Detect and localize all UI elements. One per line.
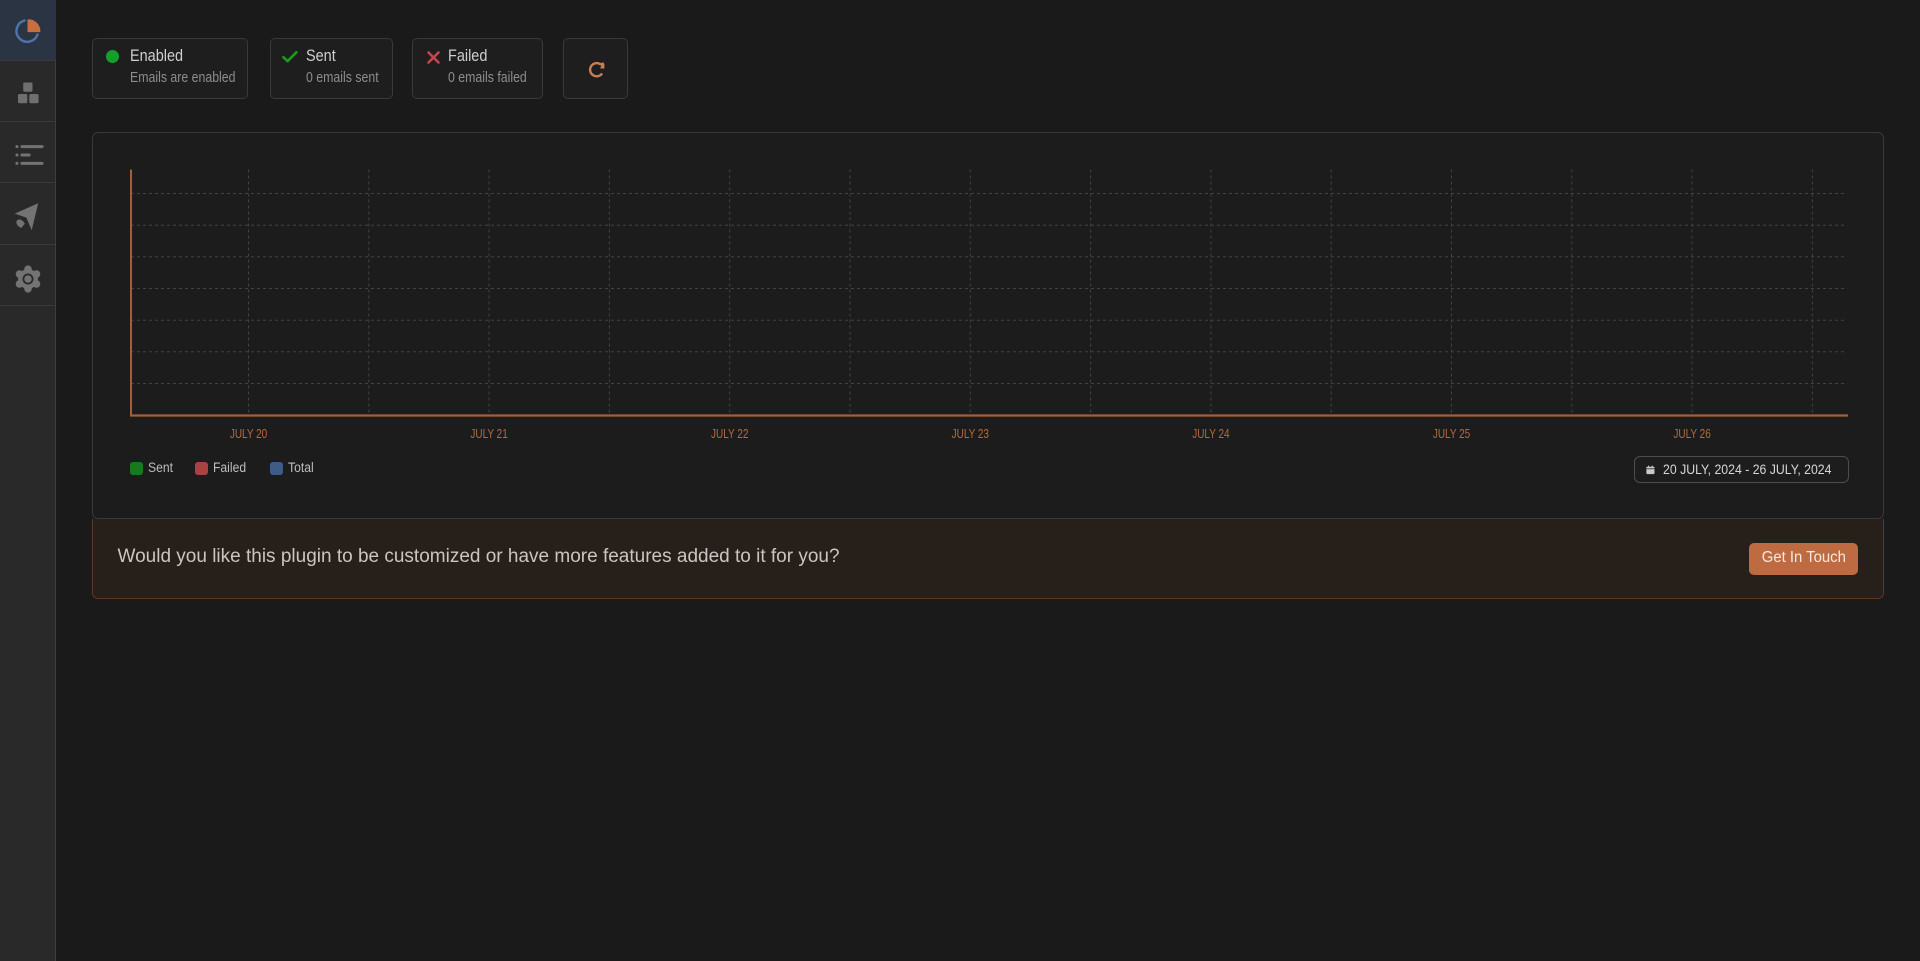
svg-text:JULY 25: JULY 25	[1433, 428, 1470, 441]
svg-text:JULY 20: JULY 20	[230, 428, 267, 441]
svg-text:JULY 22: JULY 22	[711, 428, 748, 441]
svg-text:JULY 21: JULY 21	[470, 428, 507, 441]
svg-text:JULY 24: JULY 24	[1192, 428, 1229, 441]
svg-text:JULY 23: JULY 23	[952, 428, 989, 441]
svg-text:JULY 26: JULY 26	[1673, 428, 1710, 441]
